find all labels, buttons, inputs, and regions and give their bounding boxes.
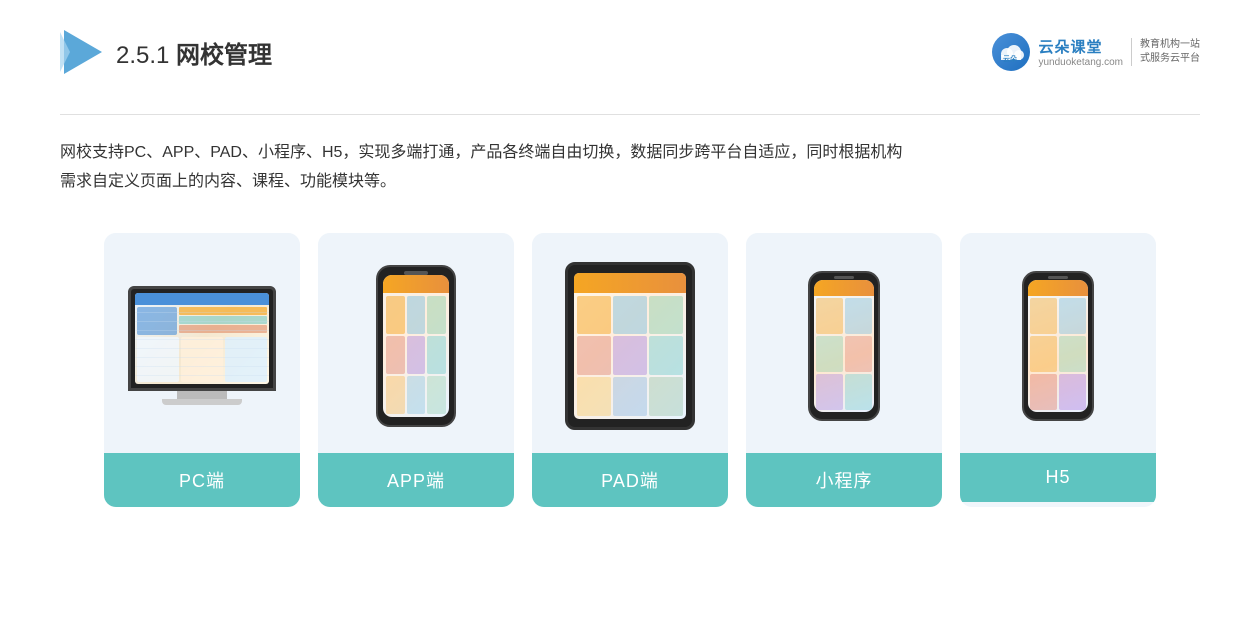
page-title: 2.5.1 网校管理 [116,35,272,70]
cards-container: PC端 [60,233,1200,507]
tablet-outer [565,262,695,430]
monitor-mockup [128,286,276,405]
card-h5-image [960,233,1156,453]
phone-screen-content-app [383,293,449,417]
monitor-screen-outer [128,286,276,391]
description-block: 网校支持PC、APP、PAD、小程序、H5，实现多端打通，产品各终端自由切换，数… [60,139,1200,197]
svg-text:云朵: 云朵 [1003,54,1018,63]
mini-phone-screen-mini [814,280,874,412]
mini-phone-outer-h5 [1022,271,1094,421]
tablet-mockup [565,262,695,430]
monitor-base [162,399,242,405]
card-app-image [318,233,514,453]
page-container: 2.5.1 网校管理 云朵 云朵课堂 yunduoketang.com 教育机构… [0,0,1260,630]
logo-triangle [60,30,102,74]
mini-phone-content-mini [814,296,874,412]
card-pc-label: PC端 [104,453,300,507]
card-pc-image [104,233,300,453]
card-miniprogram-image [746,233,942,453]
card-pad-label: PAD端 [532,453,728,507]
description-line2: 需求自定义页面上的内容、课程、功能模块等。 [60,168,1200,197]
brand-slogan: 教育机构一站 式服务云平台 [1131,38,1200,66]
card-h5: H5 [960,233,1156,507]
header-left: 2.5.1 网校管理 [60,30,272,74]
phone-outer-app [376,265,456,427]
phone-mockup-app [376,265,456,427]
card-miniprogram: 小程序 [746,233,942,507]
brand-logo-icon: 云朵 [992,33,1030,71]
phone-mockup-h5 [1022,271,1094,421]
tablet-grid [574,293,686,419]
card-pad-image [532,233,728,453]
tablet-screen [574,273,686,419]
mini-phone-outer-mini [808,271,880,421]
card-app-label: APP端 [318,453,514,507]
card-miniprogram-label: 小程序 [746,453,942,507]
card-app: APP端 [318,233,514,507]
mini-phone-content-h5 [1028,296,1088,412]
card-pad: PAD端 [532,233,728,507]
phone-mockup-mini [808,271,880,421]
header-right: 云朵 云朵课堂 yunduoketang.com 教育机构一站 式服务云平台 [992,33,1200,71]
mini-phone-screen-h5 [1028,280,1088,412]
monitor-screen-inner [135,293,269,384]
card-h5-label: H5 [960,453,1156,502]
brand-name-block: 云朵课堂 yunduoketang.com [1038,36,1123,68]
monitor-stand [177,391,227,399]
phone-screen-app [383,275,449,417]
header-divider [60,114,1200,115]
header: 2.5.1 网校管理 云朵 云朵课堂 yunduoketang.com 教育机构… [60,30,1200,94]
card-pc: PC端 [104,233,300,507]
description-line1: 网校支持PC、APP、PAD、小程序、H5，实现多端打通，产品各终端自由切换，数… [60,139,1200,168]
